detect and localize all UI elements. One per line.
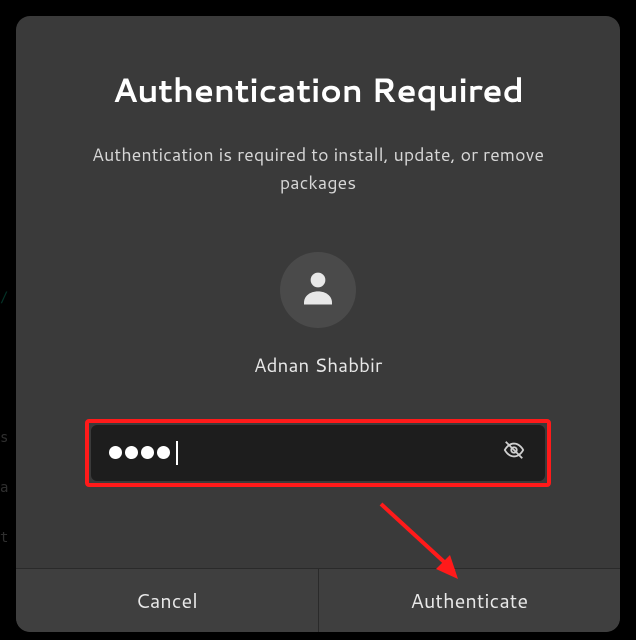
- background-terminal-text: s: [0, 430, 8, 446]
- user-icon: [297, 266, 339, 314]
- background-terminal-text: /: [0, 290, 8, 306]
- eye-off-icon: [503, 439, 525, 467]
- password-input[interactable]: [91, 425, 545, 481]
- auth-dialog: Authentication Required Authentication i…: [16, 16, 620, 632]
- authenticate-button[interactable]: Authenticate: [318, 569, 621, 632]
- toggle-password-visibility[interactable]: [501, 440, 527, 466]
- dialog-title: Authentication Required: [113, 66, 524, 113]
- cancel-button[interactable]: Cancel: [16, 569, 318, 632]
- background-terminal-text: a: [0, 480, 8, 496]
- username-label: Adnan Shabbir: [254, 352, 383, 379]
- dialog-body: Authentication Required Authentication i…: [16, 16, 620, 568]
- password-highlight-box: [85, 419, 551, 487]
- text-caret: [176, 441, 178, 465]
- dialog-subtitle: Authentication is required to install, u…: [78, 141, 558, 197]
- dialog-buttons: Cancel Authenticate: [16, 568, 620, 632]
- avatar: [280, 252, 356, 328]
- password-mask: [109, 441, 501, 465]
- background-terminal-text: t: [0, 530, 8, 546]
